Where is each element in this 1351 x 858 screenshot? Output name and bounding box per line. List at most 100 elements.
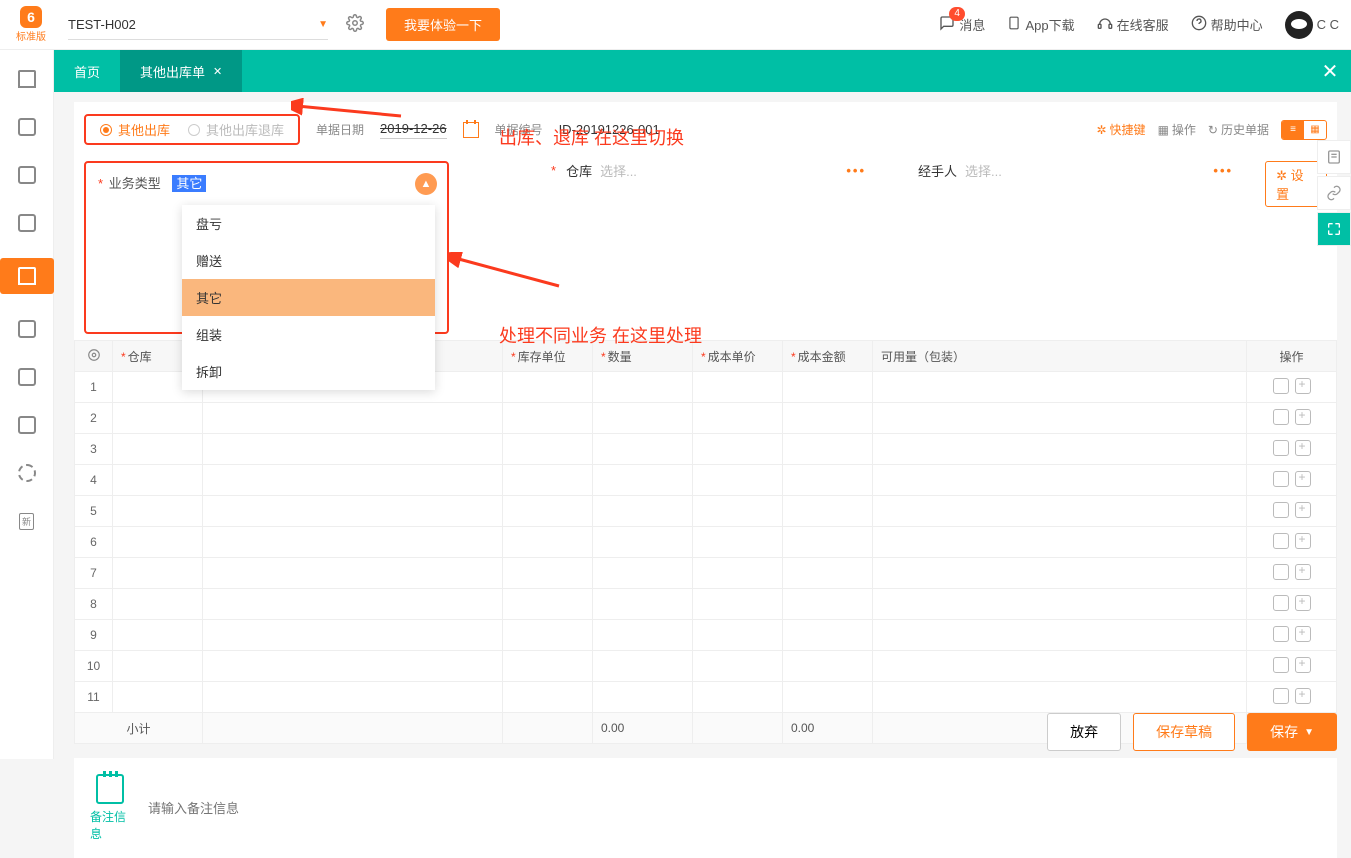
- bag-icon: [18, 214, 36, 232]
- delete-icon[interactable]: [1273, 595, 1289, 611]
- table-row[interactable]: 6: [75, 527, 1337, 558]
- handler-label: 经手人: [918, 161, 957, 180]
- add-icon[interactable]: [1295, 688, 1311, 704]
- calendar-icon[interactable]: [463, 122, 479, 138]
- tab-home-label: 首页: [74, 62, 100, 81]
- history-link[interactable]: ↻ 历史单据: [1208, 121, 1269, 138]
- delete-icon[interactable]: [1273, 440, 1289, 456]
- add-icon[interactable]: [1295, 378, 1311, 394]
- tab-document[interactable]: 其他出库单 ✕: [120, 50, 242, 92]
- chevron-down-icon: ▼: [1304, 727, 1314, 738]
- experience-button[interactable]: 我要体验一下: [386, 8, 500, 41]
- add-icon[interactable]: [1295, 657, 1311, 673]
- user-menu[interactable]: C C: [1285, 11, 1339, 39]
- subtotal-label: 小计: [75, 713, 203, 744]
- col-unit: *库存单位: [503, 341, 593, 372]
- dock-expand[interactable]: [1317, 212, 1351, 246]
- more-icon[interactable]: •••: [1213, 163, 1233, 178]
- delete-icon[interactable]: [1273, 409, 1289, 425]
- delete-icon[interactable]: [1273, 502, 1289, 518]
- chevron-up-icon[interactable]: ▲: [415, 173, 437, 195]
- delete-icon[interactable]: [1273, 657, 1289, 673]
- handler-field[interactable]: 经手人 选择... •••: [918, 161, 1233, 181]
- tab-close-icon[interactable]: ✕: [213, 65, 222, 78]
- tabs-close-all[interactable]: ✕: [1309, 50, 1351, 92]
- support-label: 在线客服: [1117, 15, 1169, 34]
- rail-doc[interactable]: [14, 364, 40, 390]
- more-icon[interactable]: •••: [846, 163, 866, 178]
- add-icon[interactable]: [1295, 471, 1311, 487]
- col-config[interactable]: [75, 341, 113, 372]
- rail-warehouse-active[interactable]: [0, 258, 54, 294]
- rail-home[interactable]: [14, 66, 40, 92]
- biz-type-value[interactable]: 其它: [172, 175, 206, 192]
- rail-money[interactable]: [14, 316, 40, 342]
- logo: 6 标准版: [12, 6, 50, 43]
- rail-new[interactable]: 新: [14, 508, 40, 534]
- table-row[interactable]: 8: [75, 589, 1337, 620]
- rail-in[interactable]: [14, 162, 40, 188]
- delete-icon[interactable]: [1273, 626, 1289, 642]
- view-list[interactable]: ≡: [1282, 121, 1304, 139]
- table-row[interactable]: 11: [75, 682, 1337, 713]
- table-row[interactable]: 4: [75, 465, 1337, 496]
- delete-icon[interactable]: [1273, 378, 1289, 394]
- remarks-input[interactable]: [148, 801, 1321, 816]
- add-icon[interactable]: [1295, 626, 1311, 642]
- support-link[interactable]: 在线客服: [1097, 15, 1169, 34]
- rail-gift[interactable]: [14, 114, 40, 140]
- add-icon[interactable]: [1295, 595, 1311, 611]
- add-icon[interactable]: [1295, 564, 1311, 580]
- remarks-section: 备注信息: [74, 758, 1337, 858]
- opt-chaixie[interactable]: 拆卸: [182, 353, 435, 390]
- table-row[interactable]: 5: [75, 496, 1337, 527]
- table-row[interactable]: 9: [75, 620, 1337, 651]
- table-row[interactable]: 7: [75, 558, 1337, 589]
- delete-icon[interactable]: [1273, 533, 1289, 549]
- radio-outbound[interactable]: 其他出库: [100, 120, 170, 139]
- org-name: TEST-H002: [68, 17, 136, 32]
- form-row-2: * 业务类型 其它 ▲ 盘亏 赠送 其它 组装 拆卸 * 仓库 选择... ••…: [84, 161, 1327, 334]
- warehouse-field[interactable]: * 仓库 选择... •••: [551, 161, 866, 181]
- dock-link[interactable]: [1317, 176, 1351, 210]
- operate-label: 操作: [1172, 121, 1196, 138]
- table-row[interactable]: 10: [75, 651, 1337, 682]
- date-value[interactable]: 2019-12-26: [380, 121, 447, 139]
- save-draft-button[interactable]: 保存草稿: [1133, 713, 1235, 751]
- messages-link[interactable]: 消息 4: [939, 15, 985, 34]
- shortcut-link[interactable]: ✲ 快捷键: [1096, 121, 1145, 138]
- row-ops: [1247, 372, 1337, 403]
- delete-icon[interactable]: [1273, 471, 1289, 487]
- rail-loading[interactable]: [14, 460, 40, 486]
- rail-bag[interactable]: [14, 210, 40, 236]
- discard-button[interactable]: 放弃: [1047, 713, 1121, 751]
- delete-icon[interactable]: [1273, 564, 1289, 580]
- gear-icon[interactable]: [346, 14, 364, 35]
- inbound-icon: [18, 166, 36, 184]
- org-selector[interactable]: TEST-H002 ▼: [68, 10, 328, 40]
- opt-zengsong[interactable]: 赠送: [182, 242, 435, 279]
- delete-icon[interactable]: [1273, 688, 1289, 704]
- row-number: 11: [75, 682, 113, 713]
- table-row[interactable]: 3: [75, 434, 1337, 465]
- add-icon[interactable]: [1295, 440, 1311, 456]
- opt-pankui[interactable]: 盘亏: [182, 205, 435, 242]
- tab-home[interactable]: 首页: [54, 50, 120, 92]
- add-icon[interactable]: [1295, 502, 1311, 518]
- dock-doc[interactable]: [1317, 140, 1351, 174]
- remarks-icon-group: 备注信息: [90, 774, 130, 842]
- view-grid[interactable]: ▦: [1304, 121, 1326, 139]
- tab-doc-label: 其他出库单: [140, 62, 205, 81]
- save-button[interactable]: 保存 ▼: [1247, 713, 1337, 751]
- help-link[interactable]: 帮助中心: [1191, 15, 1263, 34]
- operate-link[interactable]: ▦ 操作: [1158, 121, 1196, 138]
- top-right-menu: 消息 4 App下载 在线客服 帮助中心 C C: [939, 11, 1339, 39]
- radio-return[interactable]: 其他出库退库: [188, 120, 284, 139]
- rail-people[interactable]: [14, 412, 40, 438]
- add-icon[interactable]: [1295, 533, 1311, 549]
- opt-qita[interactable]: 其它: [182, 279, 435, 316]
- table-row[interactable]: 2: [75, 403, 1337, 434]
- app-download-link[interactable]: App下载: [1007, 15, 1074, 34]
- add-icon[interactable]: [1295, 409, 1311, 425]
- opt-zuzhuang[interactable]: 组装: [182, 316, 435, 353]
